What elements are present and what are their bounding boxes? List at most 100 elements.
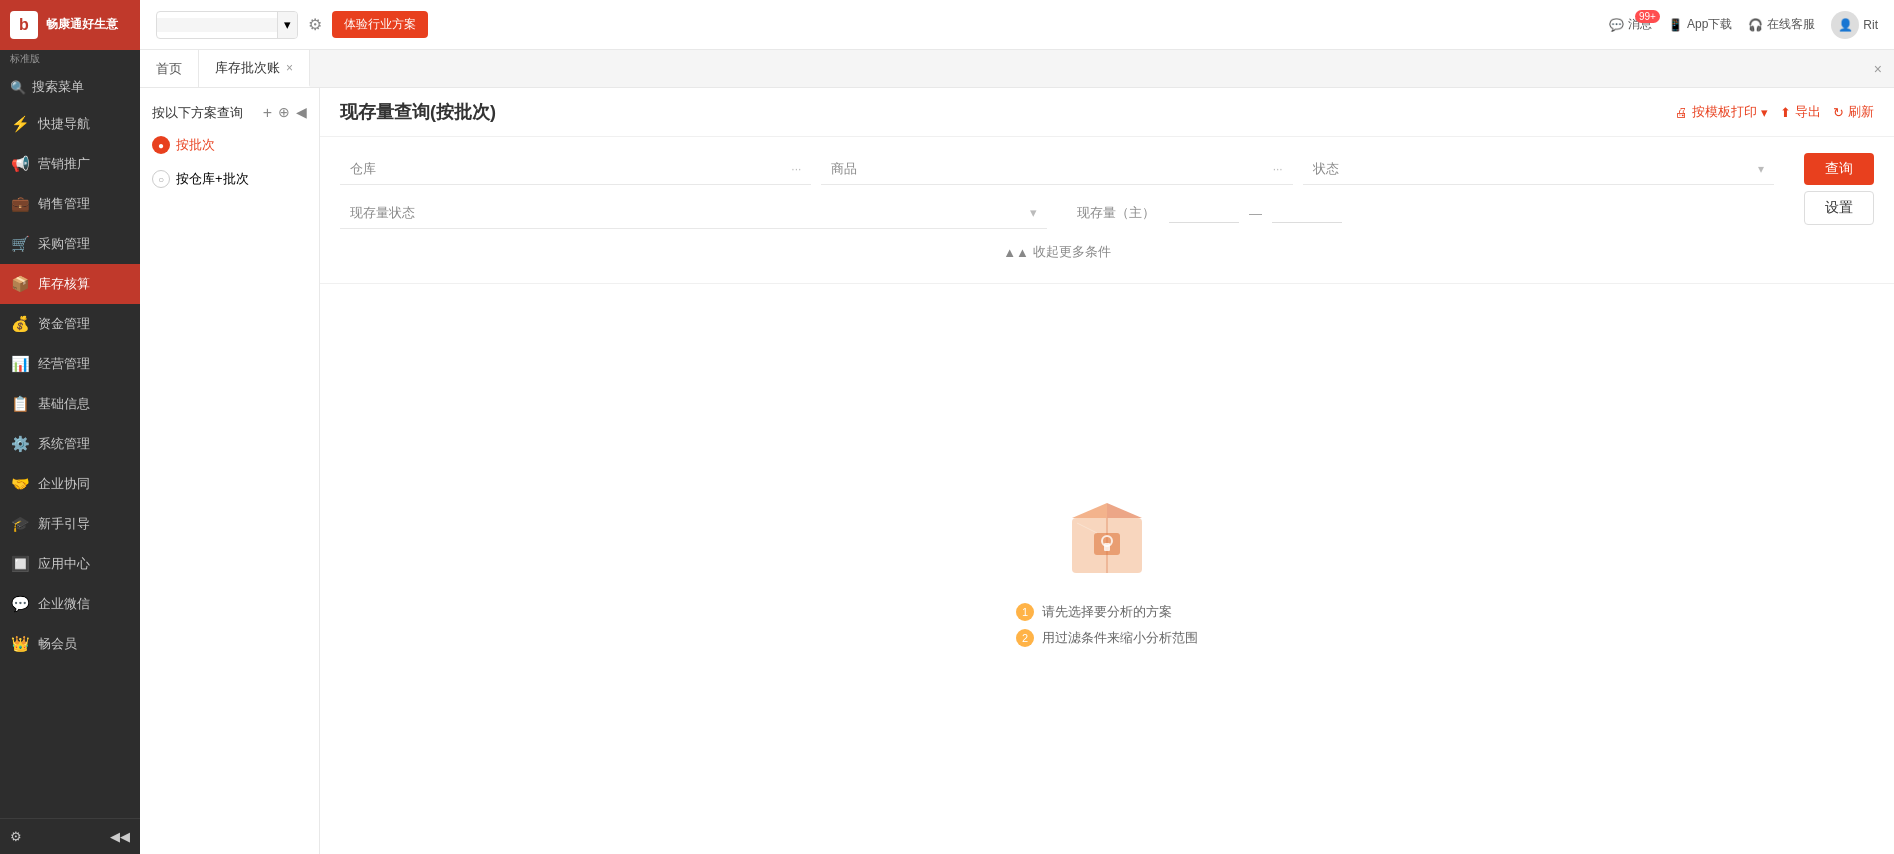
empty-svg [1047, 483, 1167, 583]
topbar-search-input[interactable] [157, 18, 277, 32]
header-actions: 🖨 按模板打印 ▾ ⬆ 导出 ↻ 刷新 [1675, 103, 1874, 121]
plan-inactive-icon: ○ [152, 170, 170, 188]
right-panel: 现存量查询(按批次) 🖨 按模板打印 ▾ ⬆ 导出 ↻ 刷新 [320, 88, 1894, 854]
messages-badge: 99+ [1635, 10, 1660, 23]
message-icon: 💬 [1609, 18, 1624, 32]
tab-inventory-batch[interactable]: 库存批次账 × [199, 50, 310, 87]
settings-icon[interactable]: ⚙ [10, 829, 22, 844]
svg-marker-2 [1107, 503, 1142, 518]
product-dots-btn[interactable]: ··· [1273, 162, 1283, 176]
sidebar-nav: ⚡ 快捷导航 📢 营销推广 💼 销售管理 🛒 采购管理 📦 库存核算 💰 资金管… [0, 104, 140, 818]
status-label: 状态 [1313, 160, 1339, 178]
empty-steps: 1 请先选择要分析的方案 2 用过滤条件来缩小分析范围 [1016, 603, 1198, 655]
query-btn-wrapper: 查询 设置 [1784, 137, 1894, 241]
empty-step-2: 2 用过滤条件来缩小分析范围 [1016, 629, 1198, 647]
topbar-gear-icon[interactable]: ⚙ [308, 15, 322, 34]
warehouse-dots-btn[interactable]: ··· [791, 162, 801, 176]
inventory-status-arrow[interactable]: ▾ [1030, 205, 1037, 220]
printer-icon: 🖨 [1675, 105, 1688, 120]
system-icon: ⚙️ [10, 434, 30, 454]
plan-item-by-batch[interactable]: ● 按批次 [140, 128, 319, 162]
tab-home[interactable]: 首页 [140, 50, 199, 87]
add-plan-btn[interactable]: + [263, 104, 272, 122]
sidebar-item-basic[interactable]: 📋 基础信息 [0, 384, 140, 424]
export-icon: ⬆ [1780, 105, 1791, 120]
template-print-btn[interactable]: 🖨 按模板打印 ▾ [1675, 103, 1768, 121]
member-icon: 👑 [10, 634, 30, 654]
newuser-icon: 🎓 [10, 514, 30, 534]
sidebar-item-appstore[interactable]: 🔲 应用中心 [0, 544, 140, 584]
sidebar-item-sales[interactable]: 💼 销售管理 [0, 184, 140, 224]
topbar-search-box: ▾ [156, 11, 298, 39]
export-btn[interactable]: ⬆ 导出 [1780, 103, 1821, 121]
svg-rect-6 [1104, 543, 1110, 551]
empty-illustration [1047, 483, 1167, 583]
step2-num: 2 [1016, 629, 1034, 647]
warehouse-field: 仓库 ··· [340, 153, 811, 185]
sidebar-item-enterprise[interactable]: 🤝 企业协同 [0, 464, 140, 504]
tab-close-btn[interactable]: × [286, 61, 293, 75]
sidebar-item-operations[interactable]: 📊 经营管理 [0, 344, 140, 384]
avatar-icon: 👤 [1838, 18, 1853, 32]
inventory-icon: 📦 [10, 274, 30, 294]
topbar-left: ▾ ⚙ 体验行业方案 [156, 11, 1599, 39]
collapse-left-btn[interactable]: ◀ [296, 104, 307, 122]
collapse-icon: ▲▲ [1003, 245, 1029, 260]
quantity-max-input[interactable] [1272, 203, 1342, 223]
plan-actions: + ⊕ ◀ [263, 104, 307, 122]
product-field: 商品 ··· [821, 153, 1292, 185]
sidebar-item-system[interactable]: ⚙️ 系统管理 [0, 424, 140, 464]
search-icon: 🔍 [10, 80, 26, 95]
step1-num: 1 [1016, 603, 1034, 621]
status-dropdown-icon[interactable]: ▾ [1758, 162, 1764, 176]
finance-icon: 💰 [10, 314, 30, 334]
app-download-action[interactable]: 📱 App下载 [1668, 16, 1732, 33]
sidebar-item-member[interactable]: 👑 畅会员 [0, 624, 140, 664]
purchase-icon: 🛒 [10, 234, 30, 254]
sidebar-item-shortcut[interactable]: ⚡ 快捷导航 [0, 104, 140, 144]
marketing-icon: 📢 [10, 154, 30, 174]
sidebar-search[interactable]: 🔍 搜索菜单 [0, 70, 140, 104]
online-service-action[interactable]: 🎧 在线客服 [1748, 16, 1815, 33]
left-panel-header: 按以下方案查询 + ⊕ ◀ [140, 98, 319, 128]
left-panel: 按以下方案查询 + ⊕ ◀ ● 按批次 ○ 按仓库+批次 [140, 88, 320, 854]
plan-settings-btn[interactable]: ⊕ [278, 104, 290, 122]
page-header: 现存量查询(按批次) 🖨 按模板打印 ▾ ⬆ 导出 ↻ 刷新 [320, 88, 1894, 137]
shortcut-icon: ⚡ [10, 114, 30, 134]
svg-marker-1 [1072, 503, 1107, 518]
user-profile[interactable]: 👤 Rit [1831, 11, 1878, 39]
product-label: 商品 [831, 160, 857, 178]
sidebar-item-finance[interactable]: 💰 资金管理 [0, 304, 140, 344]
search-dropdown-btn[interactable]: ▾ [277, 12, 297, 38]
quantity-dash: — [1249, 206, 1262, 221]
sidebar-item-wechat[interactable]: 💬 企业微信 [0, 584, 140, 624]
settings-btn[interactable]: 设置 [1804, 191, 1874, 225]
sidebar-item-marketing[interactable]: 📢 营销推广 [0, 144, 140, 184]
status-field: 状态 ▾ [1303, 153, 1774, 185]
content-area: 按以下方案查询 + ⊕ ◀ ● 按批次 ○ 按仓库+批次 现存量查询(按批次) [140, 88, 1894, 854]
warehouse-label: 仓库 [350, 160, 376, 178]
sidebar-item-purchase[interactable]: 🛒 采购管理 [0, 224, 140, 264]
sidebar-bottom: ⚙ ◀◀ [0, 818, 140, 854]
empty-step-1: 1 请先选择要分析的方案 [1016, 603, 1198, 621]
collapse-sidebar-btn[interactable]: ◀◀ [110, 829, 130, 844]
main-content: ▾ ⚙ 体验行业方案 💬 消息 99+ 📱 App下载 🎧 在线客服 [140, 0, 1894, 854]
tab-close-right-btn[interactable]: × [1862, 50, 1894, 87]
sidebar: b 畅康通好生意 标准版 🔍 搜索菜单 ⚡ 快捷导航 📢 营销推广 💼 销售管理… [0, 0, 140, 854]
sidebar-item-newuser[interactable]: 🎓 新手引导 [0, 504, 140, 544]
inventory-status-label: 现存量状态 [350, 204, 415, 222]
quantity-min-input[interactable] [1169, 203, 1239, 223]
sidebar-item-inventory[interactable]: 📦 库存核算 [0, 264, 140, 304]
experience-btn[interactable]: 体验行业方案 [332, 11, 428, 38]
filter-row-1: 仓库 ··· 商品 ··· 状态 ▾ [340, 153, 1774, 185]
refresh-btn[interactable]: ↻ 刷新 [1833, 103, 1874, 121]
query-btn[interactable]: 查询 [1804, 153, 1874, 185]
headset-icon: 🎧 [1748, 18, 1763, 32]
collapse-more-btn[interactable]: ▲▲ 收起更多条件 [340, 237, 1774, 267]
brand-text: 畅康通好生意 [46, 17, 118, 33]
inventory-status-field: 现存量状态 ▾ [340, 198, 1047, 229]
messages-action[interactable]: 💬 消息 99+ [1609, 16, 1652, 33]
plan-item-by-warehouse-batch[interactable]: ○ 按仓库+批次 [140, 162, 319, 196]
sidebar-header: b 畅康通好生意 [0, 0, 140, 50]
enterprise-icon: 🤝 [10, 474, 30, 494]
